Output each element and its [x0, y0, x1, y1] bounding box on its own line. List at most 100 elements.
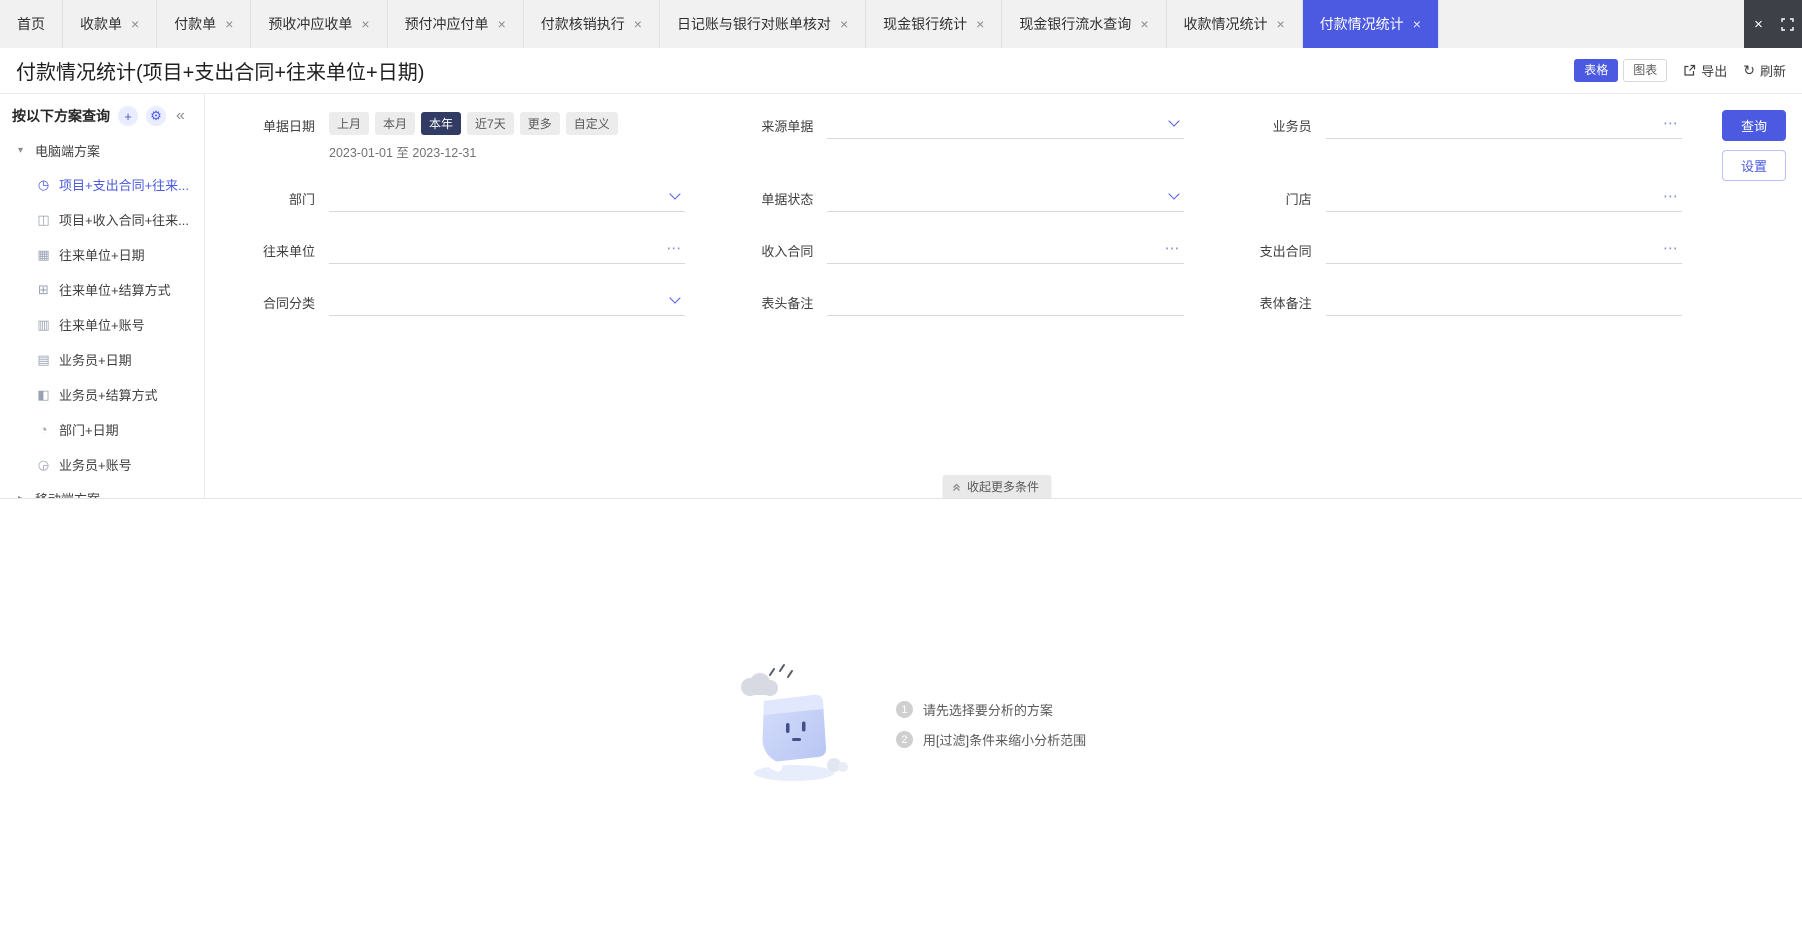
- collapse-filters-button[interactable]: 收起更多条件: [941, 475, 1052, 498]
- scheme-item[interactable]: ◶ 业务员+账号: [0, 447, 204, 482]
- scheme-item-label: 部门+日期: [59, 423, 119, 438]
- tab-item[interactable]: 收款单 ×: [63, 0, 158, 48]
- tab-item[interactable]: 现金银行流水查询 ×: [1002, 0, 1167, 48]
- tab-item[interactable]: 现金银行统计 ×: [866, 0, 1003, 48]
- partner-picker[interactable]: ⋯: [329, 235, 686, 264]
- refresh-label: 刷新: [1759, 64, 1786, 79]
- date-preset-chip[interactable]: 本月: [375, 112, 416, 135]
- tab-close-icon[interactable]: ×: [840, 17, 848, 31]
- fullscreen-button[interactable]: [1773, 0, 1802, 48]
- header-note-input[interactable]: [827, 288, 1184, 312]
- date-range-text[interactable]: 2023-01-01 至 2023-12-31: [329, 142, 685, 161]
- view-table-button[interactable]: 表格: [1574, 58, 1619, 83]
- field-label: 来源单据: [761, 119, 814, 134]
- refresh-button[interactable]: ↻ 刷新: [1743, 61, 1786, 80]
- tab-item[interactable]: 预收冲应收单 ×: [251, 0, 388, 48]
- empty-state-illustration: [740, 663, 848, 781]
- chevron-down-icon: [669, 291, 681, 304]
- tab-close-icon[interactable]: ×: [634, 17, 642, 31]
- scheme-item-label: 往来单位+日期: [59, 248, 145, 263]
- tab-close-icon[interactable]: ×: [131, 17, 139, 31]
- scheme-item[interactable]: ▦ 往来单位+日期: [0, 237, 204, 272]
- sidebar-header: 按以下方案查询 + ⚙ «: [0, 104, 204, 134]
- globe-icon: ◔: [39, 422, 48, 437]
- tab-item-active[interactable]: 付款情况统计 ×: [1302, 0, 1439, 48]
- export-button[interactable]: 导出: [1683, 61, 1727, 80]
- tab-item[interactable]: 收款情况统计 ×: [1167, 0, 1303, 48]
- body-note-input[interactable]: [1325, 288, 1682, 312]
- date-preset-chip-active[interactable]: 本年: [421, 112, 462, 135]
- date-preset-chip[interactable]: 上月: [329, 112, 370, 135]
- scheme-item[interactable]: ◔ 部门+日期: [0, 412, 204, 447]
- clock-icon: ◷: [37, 176, 50, 192]
- fullscreen-icon: [1781, 17, 1794, 31]
- expense-contract-picker[interactable]: ⋯: [1325, 235, 1682, 264]
- date-preset-chip[interactable]: 自定义: [565, 112, 618, 135]
- scheme-item-label: 往来单位+账号: [59, 318, 145, 333]
- search-button[interactable]: 查询: [1721, 110, 1786, 141]
- scheme-item[interactable]: ◫ 项目+收入合同+往来...: [0, 202, 204, 237]
- tab-close-icon[interactable]: ×: [225, 17, 233, 31]
- scheme-item[interactable]: ⊞ 往来单位+结算方式: [0, 272, 204, 307]
- tab-item[interactable]: 首页: [0, 0, 63, 48]
- tab-close-icon[interactable]: ×: [361, 17, 369, 31]
- tab-close-icon[interactable]: ×: [976, 17, 984, 31]
- scheme-item[interactable]: ▤ 业务员+日期: [0, 342, 204, 377]
- add-scheme-button[interactable]: +: [118, 106, 138, 126]
- tree-group-label: 电脑端方案: [35, 144, 101, 159]
- tab-label: 付款单: [174, 16, 217, 32]
- tree-group-label: 移动端方案: [35, 489, 100, 498]
- close-all-tabs-button[interactable]: ×: [1744, 0, 1773, 48]
- scheme-item-label: 项目+收入合同+往来...: [59, 213, 190, 228]
- tab-item[interactable]: 预付冲应付单 ×: [388, 0, 524, 48]
- tab-close-icon[interactable]: ×: [1140, 17, 1148, 31]
- field-label: 部门: [288, 192, 315, 207]
- tab-label: 付款情况统计: [1319, 16, 1404, 32]
- chevron-down-icon: [1167, 187, 1180, 200]
- collapse-sidebar-button[interactable]: «: [176, 107, 185, 125]
- settings-button[interactable]: 设置: [1721, 150, 1786, 181]
- field-label: 门店: [1285, 192, 1312, 207]
- field-label: 表体备注: [1259, 296, 1312, 311]
- source-bill-select[interactable]: [827, 110, 1184, 139]
- field-income-contract: 收入合同 ⋯: [731, 235, 1184, 265]
- clock2-icon: ◶: [37, 456, 50, 472]
- income-contract-picker[interactable]: ⋯: [827, 235, 1184, 264]
- field-salesman: 业务员 ⋯: [1230, 110, 1682, 161]
- tree-group-pc[interactable]: ▾ 电脑端方案: [0, 134, 204, 167]
- tab-item[interactable]: 日记账与银行对账单核对 ×: [660, 0, 867, 48]
- scheme-item[interactable]: ◧ 业务员+结算方式: [0, 377, 204, 412]
- scheme-item[interactable]: ◷ 项目+支出合同+往来...: [0, 167, 204, 202]
- table-icon: ▤: [37, 351, 50, 367]
- tab-close-icon[interactable]: ×: [498, 17, 506, 31]
- date-preset-chip[interactable]: 更多: [519, 112, 560, 135]
- bill-status-select[interactable]: [827, 183, 1184, 212]
- salesman-picker[interactable]: ⋯: [1325, 110, 1682, 139]
- chevron-expanded-icon: ▾: [18, 145, 24, 156]
- scheme-settings-button[interactable]: ⚙: [146, 106, 166, 126]
- scheme-item[interactable]: ▥ 往来单位+账号: [0, 307, 204, 342]
- refresh-icon: ↻: [1743, 62, 1755, 78]
- date-preset-chip[interactable]: 近7天: [467, 112, 514, 135]
- tab-close-icon[interactable]: ×: [1413, 17, 1421, 31]
- contract-category-select[interactable]: [329, 287, 686, 316]
- settlement-icon: ⊞: [38, 281, 49, 297]
- line-chart-icon: ◧: [37, 386, 50, 402]
- field-label: 往来单位: [262, 244, 315, 259]
- tab-item[interactable]: 付款单 ×: [157, 0, 252, 48]
- view-chart-button[interactable]: 图表: [1623, 58, 1668, 83]
- header-note-control: [827, 287, 1184, 316]
- field-label: 表头备注: [761, 296, 814, 311]
- tab-label: 日记账与银行对账单核对: [676, 16, 831, 32]
- tab-close-icon[interactable]: ×: [1277, 17, 1285, 31]
- tree-group-mobile[interactable]: ▸ 移动端方案: [0, 482, 204, 498]
- store-picker[interactable]: ⋯: [1325, 183, 1682, 212]
- department-select[interactable]: [329, 183, 686, 212]
- close-icon: ×: [1754, 15, 1763, 33]
- tab-item[interactable]: 付款核销执行 ×: [524, 0, 660, 48]
- tab-label: 预收冲应收单: [268, 16, 353, 32]
- chevron-down-icon: [669, 187, 681, 200]
- step-number-badge: 2: [895, 731, 913, 748]
- step-text: 请先选择要分析的方案: [922, 703, 1053, 718]
- ellipsis-icon: ⋯: [1663, 114, 1679, 132]
